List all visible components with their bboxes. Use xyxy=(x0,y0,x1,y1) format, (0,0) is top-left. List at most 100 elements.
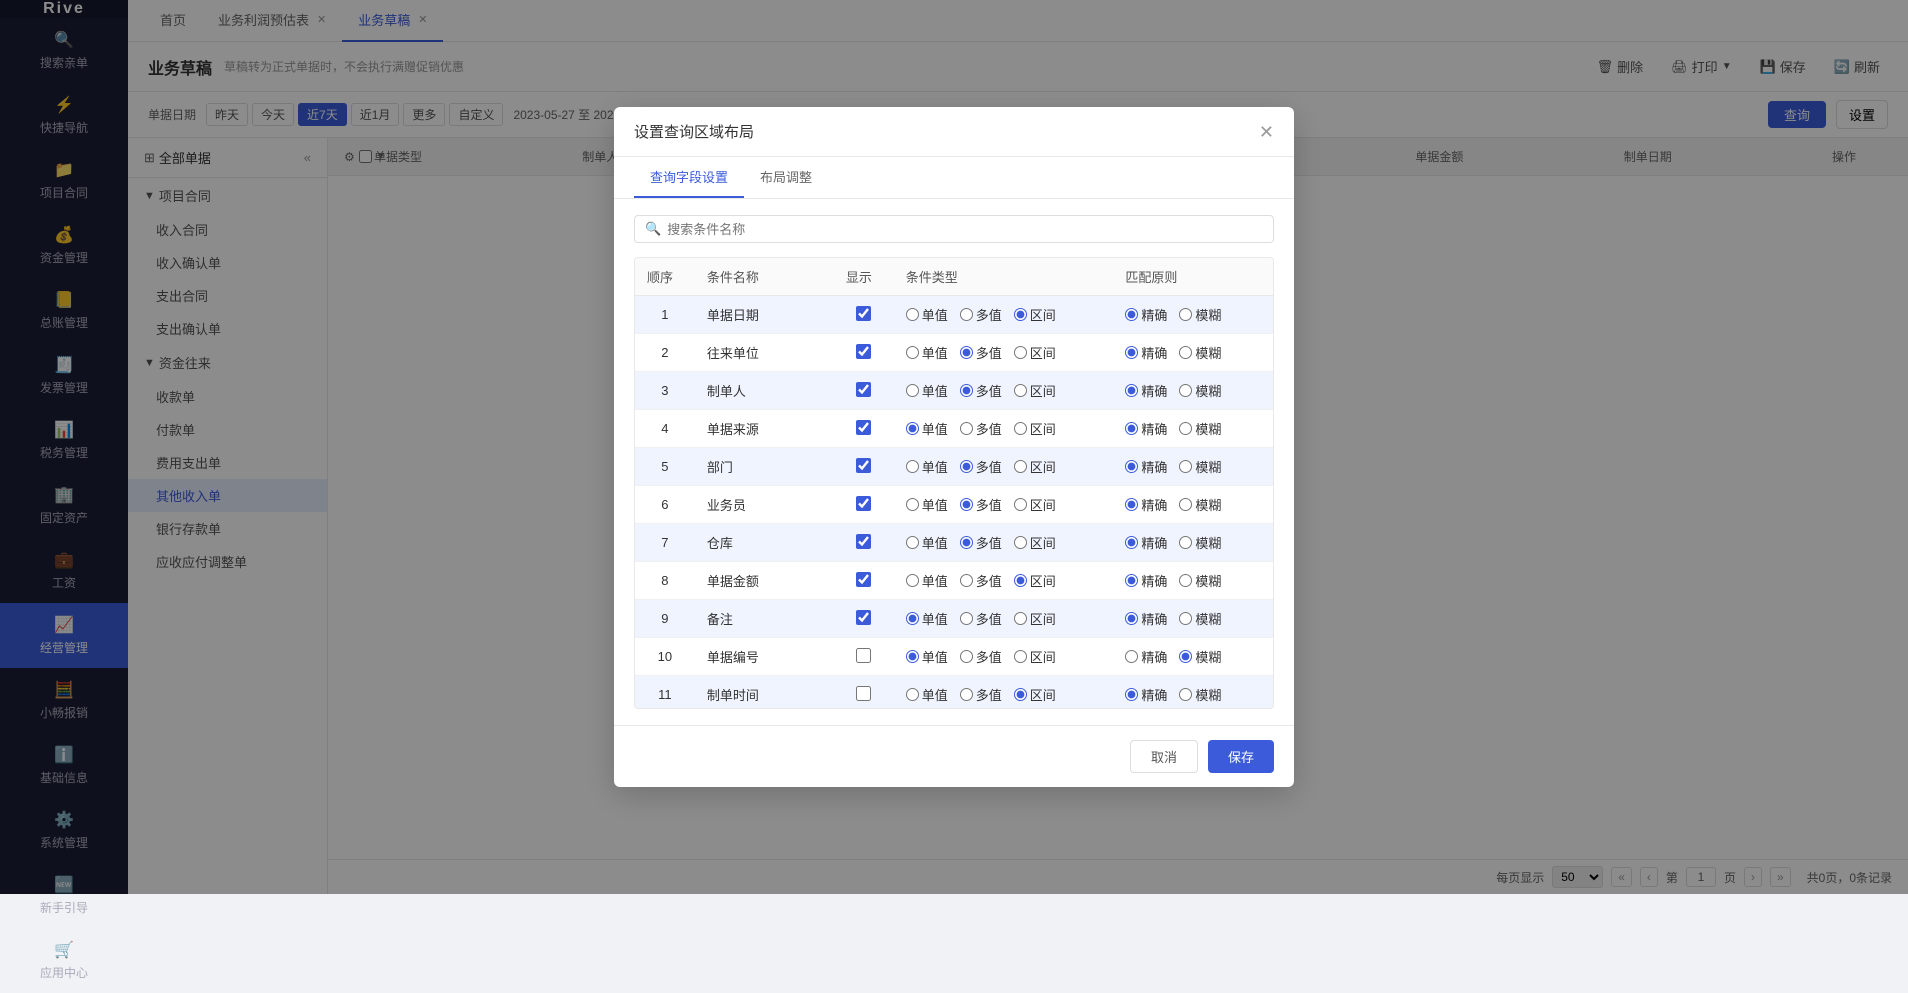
radio-单值-6[interactable]: 单值 xyxy=(906,495,948,514)
radio-多值-3[interactable]: 多值 xyxy=(960,381,1002,400)
radio-match-精确-11[interactable]: 精确 xyxy=(1125,685,1167,704)
checkbox-display-9[interactable] xyxy=(856,613,871,628)
cell-name: 单据日期 xyxy=(695,296,834,334)
cell-display[interactable] xyxy=(834,638,894,676)
checkbox-display-2[interactable] xyxy=(856,347,871,362)
checkbox-display-10[interactable] xyxy=(856,651,871,666)
radio-区间-5[interactable]: 区间 xyxy=(1014,457,1056,476)
cell-order: 1 xyxy=(635,296,695,334)
radio-单值-11[interactable]: 单值 xyxy=(906,685,948,704)
radio-match-模糊-8[interactable]: 模糊 xyxy=(1179,571,1221,590)
radio-match-模糊-5[interactable]: 模糊 xyxy=(1179,457,1221,476)
radio-单值-8[interactable]: 单值 xyxy=(906,571,948,590)
checkbox-display-6[interactable] xyxy=(856,499,871,514)
cell-display[interactable] xyxy=(834,676,894,710)
checkbox-display-3[interactable] xyxy=(856,385,871,400)
cell-display[interactable] xyxy=(834,334,894,372)
checkbox-display-4[interactable] xyxy=(856,423,871,438)
sidebar-item-appstore[interactable]: 🛒应用中心 xyxy=(0,928,128,993)
cell-match-rule: 精确 模糊 xyxy=(1113,372,1273,410)
radio-match-模糊-3[interactable]: 模糊 xyxy=(1179,381,1221,400)
radio-match-精确-9[interactable]: 精确 xyxy=(1125,609,1167,628)
tab-query-field-settings[interactable]: 查询字段设置 xyxy=(634,157,744,198)
cell-match-rule: 精确 模糊 xyxy=(1113,296,1273,334)
radio-match-模糊-6[interactable]: 模糊 xyxy=(1179,495,1221,514)
cell-match-rule: 精确 模糊 xyxy=(1113,410,1273,448)
cell-display[interactable] xyxy=(834,448,894,486)
radio-多值-7[interactable]: 多值 xyxy=(960,533,1002,552)
radio-多值-5[interactable]: 多值 xyxy=(960,457,1002,476)
radio-match-精确-5[interactable]: 精确 xyxy=(1125,457,1167,476)
cell-display[interactable] xyxy=(834,410,894,448)
cell-match-rule: 精确 模糊 xyxy=(1113,524,1273,562)
cell-display[interactable] xyxy=(834,486,894,524)
radio-区间-3[interactable]: 区间 xyxy=(1014,381,1056,400)
checkbox-display-11[interactable] xyxy=(856,689,871,704)
radio-区间-7[interactable]: 区间 xyxy=(1014,533,1056,552)
radio-match-精确-6[interactable]: 精确 xyxy=(1125,495,1167,514)
radio-单值-3[interactable]: 单值 xyxy=(906,381,948,400)
radio-单值-9[interactable]: 单值 xyxy=(906,609,948,628)
radio-多值-11[interactable]: 多值 xyxy=(960,685,1002,704)
radio-单值-10[interactable]: 单值 xyxy=(906,647,948,666)
radio-区间-11[interactable]: 区间 xyxy=(1014,685,1056,704)
cell-order: 2 xyxy=(635,334,695,372)
tab-layout-adjust[interactable]: 布局调整 xyxy=(744,157,828,198)
radio-多值-6[interactable]: 多值 xyxy=(960,495,1002,514)
radio-多值-2[interactable]: 多值 xyxy=(960,343,1002,362)
modal-overlay: 设置查询区域布局 ✕ 查询字段设置 布局调整 🔍 顺序 条件名称 显示 xyxy=(0,0,1908,894)
cell-match-rule: 精确 模糊 xyxy=(1113,448,1273,486)
radio-区间-2[interactable]: 区间 xyxy=(1014,343,1056,362)
cell-name: 单据金额 xyxy=(695,562,834,600)
radio-单值-1[interactable]: 单值 xyxy=(906,305,948,324)
radio-match-精确-8[interactable]: 精确 xyxy=(1125,571,1167,590)
radio-单值-4[interactable]: 单值 xyxy=(906,419,948,438)
checkbox-display-1[interactable] xyxy=(856,309,871,324)
radio-match-模糊-2[interactable]: 模糊 xyxy=(1179,343,1221,362)
cell-display[interactable] xyxy=(834,296,894,334)
modal-save-button[interactable]: 保存 xyxy=(1208,740,1274,773)
radio-多值-1[interactable]: 多值 xyxy=(960,305,1002,324)
radio-match-模糊-1[interactable]: 模糊 xyxy=(1179,305,1221,324)
table-row: 8 单据金额 单值 多值 区间 精确 模糊 xyxy=(635,562,1273,600)
radio-match-精确-3[interactable]: 精确 xyxy=(1125,381,1167,400)
radio-match-模糊-11[interactable]: 模糊 xyxy=(1179,685,1221,704)
cancel-button[interactable]: 取消 xyxy=(1130,740,1198,773)
radio-区间-8[interactable]: 区间 xyxy=(1014,571,1056,590)
radio-区间-9[interactable]: 区间 xyxy=(1014,609,1056,628)
search-input[interactable] xyxy=(667,222,1263,237)
radio-区间-10[interactable]: 区间 xyxy=(1014,647,1056,666)
radio-单值-5[interactable]: 单值 xyxy=(906,457,948,476)
radio-区间-6[interactable]: 区间 xyxy=(1014,495,1056,514)
cell-cond-type: 单值 多值 区间 xyxy=(894,486,1114,524)
cell-display[interactable] xyxy=(834,524,894,562)
cell-match-rule: 精确 模糊 xyxy=(1113,562,1273,600)
radio-match-模糊-4[interactable]: 模糊 xyxy=(1179,419,1221,438)
checkbox-display-8[interactable] xyxy=(856,575,871,590)
modal: 设置查询区域布局 ✕ 查询字段设置 布局调整 🔍 顺序 条件名称 显示 xyxy=(614,107,1294,787)
radio-多值-9[interactable]: 多值 xyxy=(960,609,1002,628)
cell-display[interactable] xyxy=(834,562,894,600)
cell-order: 9 xyxy=(635,600,695,638)
radio-match-模糊-9[interactable]: 模糊 xyxy=(1179,609,1221,628)
cell-cond-type: 单值 多值 区间 xyxy=(894,524,1114,562)
radio-match-模糊-7[interactable]: 模糊 xyxy=(1179,533,1221,552)
radio-多值-8[interactable]: 多值 xyxy=(960,571,1002,590)
radio-单值-2[interactable]: 单值 xyxy=(906,343,948,362)
radio-match-精确-2[interactable]: 精确 xyxy=(1125,343,1167,362)
radio-match-精确-7[interactable]: 精确 xyxy=(1125,533,1167,552)
radio-单值-7[interactable]: 单值 xyxy=(906,533,948,552)
radio-多值-4[interactable]: 多值 xyxy=(960,419,1002,438)
radio-match-模糊-10[interactable]: 模糊 xyxy=(1179,647,1221,666)
checkbox-display-7[interactable] xyxy=(856,537,871,552)
radio-区间-4[interactable]: 区间 xyxy=(1014,419,1056,438)
radio-match-精确-1[interactable]: 精确 xyxy=(1125,305,1167,324)
modal-close-button[interactable]: ✕ xyxy=(1259,123,1274,141)
cell-display[interactable] xyxy=(834,600,894,638)
checkbox-display-5[interactable] xyxy=(856,461,871,476)
radio-多值-10[interactable]: 多值 xyxy=(960,647,1002,666)
radio-match-精确-4[interactable]: 精确 xyxy=(1125,419,1167,438)
cell-display[interactable] xyxy=(834,372,894,410)
radio-区间-1[interactable]: 区间 xyxy=(1014,305,1056,324)
radio-match-精确-10[interactable]: 精确 xyxy=(1125,647,1167,666)
